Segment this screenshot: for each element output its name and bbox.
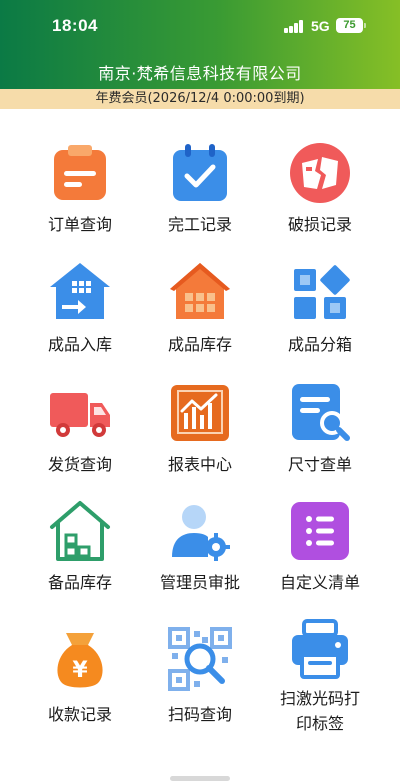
menu-item-label: 破损记录 [287, 215, 352, 234]
app-header: 18:04 5G 75 南京·梵希信息科技有限公司 [0, 0, 400, 89]
boxes-icon [294, 265, 350, 319]
list-icon [291, 502, 349, 560]
membership-banner: 年费会员(2026/12/4 0:00:00到期) [0, 89, 400, 109]
menu-item-label: 完工记录 [167, 215, 232, 234]
menu-item-label: 成品库存 [167, 335, 232, 354]
warehouse-in-icon [50, 263, 110, 319]
broken-card-icon [290, 143, 350, 203]
chart-report-icon [171, 385, 229, 441]
house-inventory-icon [170, 263, 230, 319]
company-title: 南京·梵希信息科技有限公司 [98, 64, 302, 83]
calendar-check-icon [173, 144, 227, 201]
home-indicator [170, 776, 230, 781]
admin-gear-icon [172, 505, 230, 561]
clipboard-icon [54, 145, 106, 200]
menu-item-label: 扫码查询 [167, 705, 232, 724]
menu-item-label: 发货查询 [47, 455, 112, 474]
truck-icon [50, 393, 110, 437]
qr-scan-icon [168, 627, 232, 691]
menu-item-label: 成品分箱 [287, 335, 352, 354]
menu-item-label: 备品库存 [47, 573, 112, 592]
menu-item-label: 自定义清单 [279, 573, 360, 592]
battery-cap [364, 23, 366, 28]
money-bag-icon: ¥ [57, 633, 103, 688]
menu-item-label: 成品入库 [47, 335, 112, 354]
menu-item-label-line1: 扫激光码打 [279, 689, 360, 708]
menu-item-label: 收款记录 [47, 705, 112, 724]
house-outline-icon [50, 501, 110, 561]
menu-item-label: 订单查询 [47, 215, 112, 234]
status-bar: 18:04 5G 75 [0, 0, 400, 54]
document-search-icon [292, 384, 350, 441]
menu-item-label-line2: 印标签 [295, 714, 344, 733]
printer-icon [292, 619, 348, 679]
svg-text:¥: ¥ [72, 658, 88, 683]
menu-item-label: 报表中心 [167, 455, 232, 474]
menu-item-label: 尺寸查单 [287, 455, 352, 474]
status-time: 18:04 [52, 16, 98, 35]
network-label: 5G [311, 18, 330, 34]
menu-item-label: 管理员审批 [159, 573, 240, 592]
battery-icon: 75 [336, 18, 363, 33]
signal-icon [284, 20, 304, 33]
